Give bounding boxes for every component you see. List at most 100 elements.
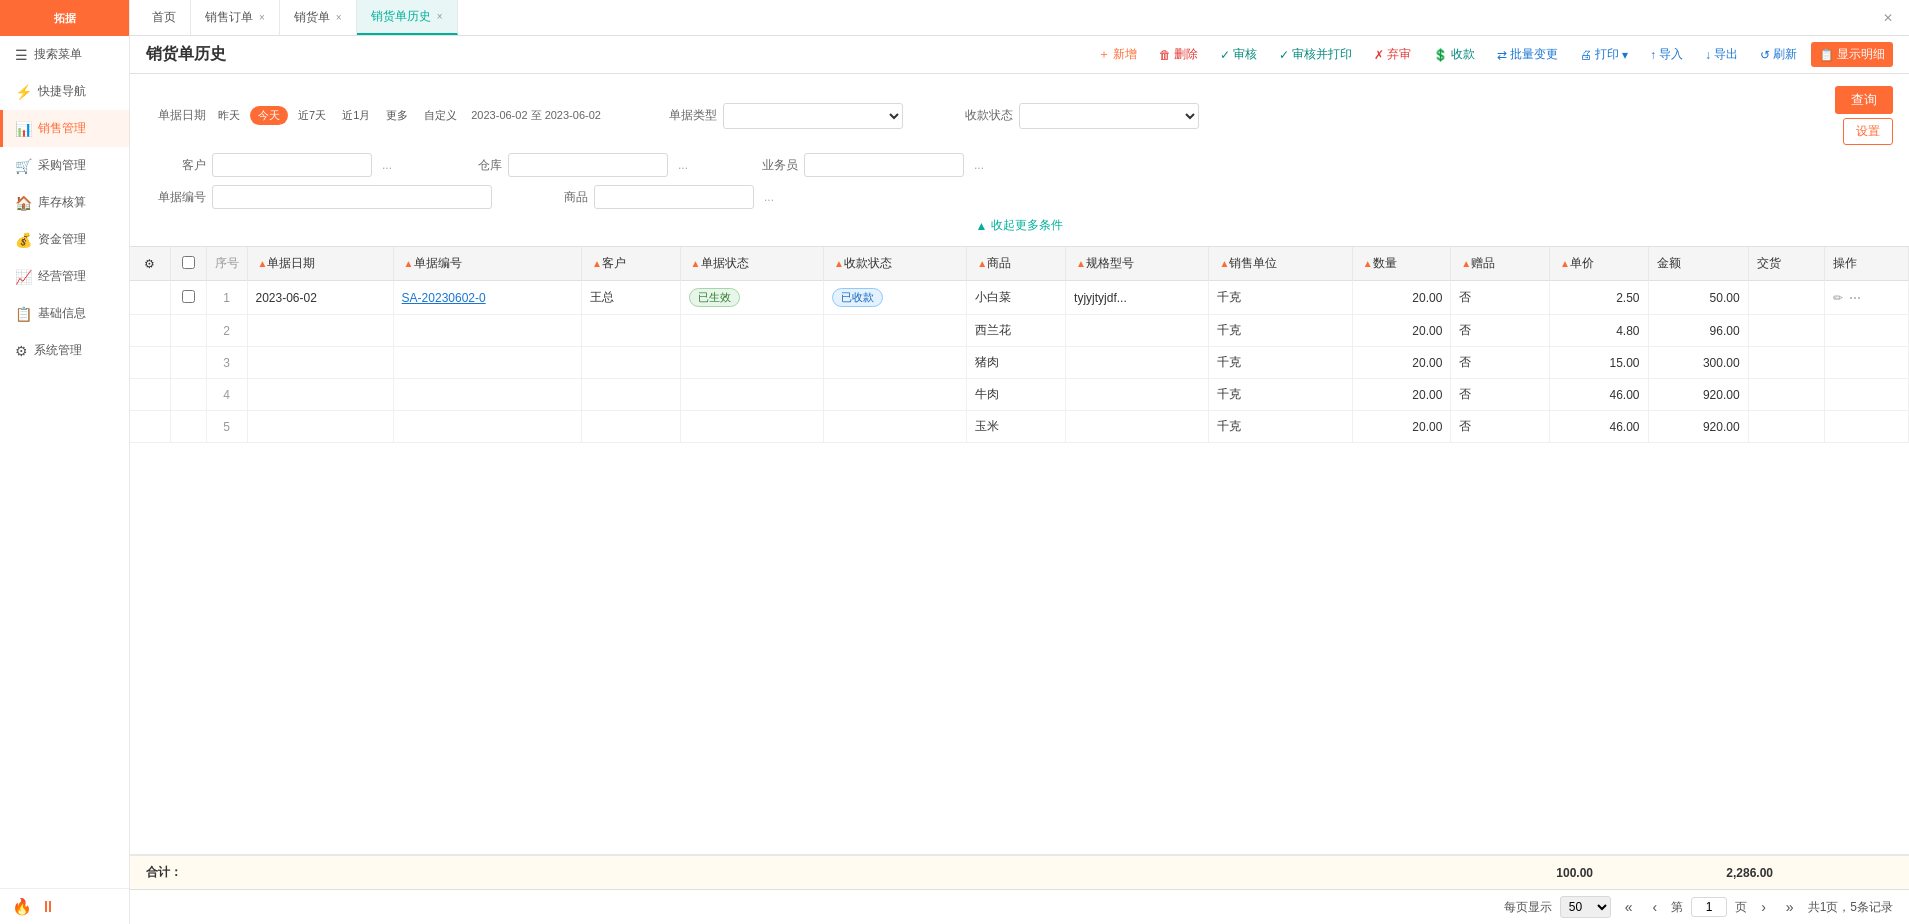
page-number-input[interactable] bbox=[1691, 897, 1727, 917]
page-size-select[interactable]: 20 50 100 bbox=[1560, 896, 1611, 918]
batch-change-button[interactable]: ⇄ 批量变更 bbox=[1489, 42, 1566, 67]
col-customer[interactable]: ▲客户 bbox=[582, 247, 681, 281]
pause-icon[interactable]: ⏸ bbox=[40, 898, 56, 916]
more-action-icon[interactable]: ⋯ bbox=[1849, 291, 1861, 305]
col-spec[interactable]: ▲规格型号 bbox=[1066, 247, 1209, 281]
collapse-button[interactable]: ▲ 收起更多条件 bbox=[146, 217, 1893, 234]
date-more[interactable]: 更多 bbox=[380, 106, 414, 125]
row-payment-status: 已收款 bbox=[823, 281, 966, 315]
audit-print-button[interactable]: ✓ 审核并打印 bbox=[1271, 42, 1360, 67]
sidebar-item-basic-info[interactable]: 📋 基础信息 bbox=[0, 295, 129, 332]
add-button[interactable]: ＋ 新增 bbox=[1090, 42, 1145, 67]
fire-icon[interactable]: 🔥 bbox=[12, 897, 32, 916]
operations-mgmt-icon: 📈 bbox=[15, 269, 32, 285]
customer-dots[interactable]: ... bbox=[378, 158, 396, 172]
tab-sales-order-close[interactable]: × bbox=[259, 12, 265, 23]
export-button[interactable]: ↓ 导出 bbox=[1697, 42, 1746, 67]
docno-input[interactable] bbox=[212, 185, 492, 209]
next-page-button[interactable]: › bbox=[1755, 897, 1772, 917]
row-goods: 小白菜 bbox=[967, 281, 1066, 315]
doc-status-badge: 已生效 bbox=[689, 288, 740, 307]
row-no: 5 bbox=[206, 411, 247, 443]
last-page-button[interactable]: » bbox=[1780, 897, 1800, 917]
sidebar-item-inventory-calc[interactable]: 🏠 库存核算 bbox=[0, 184, 129, 221]
row-checkbox[interactable] bbox=[182, 290, 195, 303]
col-amount: 金额 bbox=[1648, 247, 1748, 281]
table-area: ⚙ 序号 ▲单据日期 ▲单据编号 ▲客户 bbox=[130, 247, 1909, 854]
audit-button[interactable]: ✓ 审核 bbox=[1212, 42, 1265, 67]
sidebar-item-quick-nav[interactable]: ⚡ 快捷导航 bbox=[0, 73, 129, 110]
tab-home[interactable]: 首页 bbox=[138, 0, 191, 35]
price-sort-icon: ▲ bbox=[1560, 258, 1570, 269]
tab-sales-history-close[interactable]: × bbox=[437, 11, 443, 22]
date-filter: 昨天 今天 近7天 近1月 更多 自定义 2023-06-02 至 2023-0… bbox=[212, 106, 601, 125]
tab-sales-goods-close[interactable]: × bbox=[336, 12, 342, 23]
first-page-button[interactable]: « bbox=[1619, 897, 1639, 917]
date-1month[interactable]: 近1月 bbox=[336, 106, 376, 125]
sidebar-item-label: 搜索菜单 bbox=[34, 46, 82, 63]
prev-page-button[interactable]: ‹ bbox=[1647, 897, 1664, 917]
settings-button[interactable]: 设置 bbox=[1843, 118, 1893, 145]
salesperson-filter-item: 业务员 ... bbox=[738, 153, 998, 177]
sidebar-item-operations-mgmt[interactable]: 📈 经营管理 bbox=[0, 258, 129, 295]
col-gift[interactable]: ▲赠品 bbox=[1451, 247, 1550, 281]
gift-sort-icon: ▲ bbox=[1461, 258, 1471, 269]
sidebar-item-purchase-mgmt[interactable]: 🛒 采购管理 bbox=[0, 147, 129, 184]
tab-sales-goods[interactable]: 销货单 × bbox=[280, 0, 357, 35]
abandon-button[interactable]: ✗ 弃审 bbox=[1366, 42, 1419, 67]
delete-button[interactable]: 🗑 删除 bbox=[1151, 42, 1206, 67]
payment-status-select[interactable] bbox=[1019, 103, 1199, 129]
warehouse-input[interactable] bbox=[508, 153, 668, 177]
sidebar-bottom: 🔥 ⏸ bbox=[0, 888, 129, 924]
customer-sort-icon: ▲ bbox=[592, 258, 602, 269]
sidebar-item-sales-mgmt[interactable]: 📊 销售管理 bbox=[0, 110, 129, 147]
date-custom[interactable]: 自定义 bbox=[418, 106, 463, 125]
settings-icon[interactable]: ⚙ bbox=[144, 257, 155, 271]
show-detail-button[interactable]: 📋 显示明细 bbox=[1811, 42, 1893, 67]
col-settings[interactable]: ⚙ bbox=[130, 247, 170, 281]
col-unit[interactable]: ▲销售单位 bbox=[1209, 247, 1352, 281]
tab-bar-close[interactable]: ✕ bbox=[1875, 11, 1901, 25]
salesperson-input[interactable] bbox=[804, 153, 964, 177]
collect-button[interactable]: 💲 收款 bbox=[1425, 42, 1483, 67]
salesperson-dots[interactable]: ... bbox=[970, 158, 988, 172]
sidebar-item-label: 资金管理 bbox=[38, 231, 86, 248]
col-date[interactable]: ▲单据日期 bbox=[247, 247, 393, 281]
edit-action-icon[interactable]: ✏ bbox=[1833, 291, 1843, 305]
print-icon: 🖨 bbox=[1580, 48, 1592, 62]
col-doc-status[interactable]: ▲单据状态 bbox=[680, 247, 823, 281]
date-7days[interactable]: 近7天 bbox=[292, 106, 332, 125]
col-qty[interactable]: ▲数量 bbox=[1352, 247, 1451, 281]
page-size-label: 每页显示 bbox=[1504, 899, 1552, 916]
page-separator: 第 bbox=[1671, 899, 1683, 916]
row-goods: 玉米 bbox=[967, 411, 1066, 443]
date-filter-item: 单据日期 昨天 今天 近7天 近1月 更多 自定义 2023-06-02 至 2… bbox=[146, 106, 601, 125]
print-button[interactable]: 🖨 打印 ▾ bbox=[1572, 42, 1636, 67]
filter-area: 单据日期 昨天 今天 近7天 近1月 更多 自定义 2023-06-02 至 2… bbox=[130, 74, 1909, 247]
import-button[interactable]: ↑ 导入 bbox=[1642, 42, 1691, 67]
tab-sales-history[interactable]: 销货单历史 × bbox=[357, 0, 458, 35]
doc-type-select[interactable] bbox=[723, 103, 903, 129]
customer-input[interactable] bbox=[212, 153, 372, 177]
date-yesterday[interactable]: 昨天 bbox=[212, 106, 246, 125]
sidebar-item-finance-mgmt[interactable]: 💰 资金管理 bbox=[0, 221, 129, 258]
row-settings-cell bbox=[130, 347, 170, 379]
sidebar-item-search-menu[interactable]: ☰ 搜索菜单 bbox=[0, 36, 129, 73]
col-payment-status[interactable]: ▲收款状态 bbox=[823, 247, 966, 281]
docno-sort-icon: ▲ bbox=[404, 258, 414, 269]
sidebar-item-system-mgmt[interactable]: ⚙ 系统管理 bbox=[0, 332, 129, 369]
warehouse-dots[interactable]: ... bbox=[674, 158, 692, 172]
col-price[interactable]: ▲单价 bbox=[1549, 247, 1648, 281]
goods-input[interactable] bbox=[594, 185, 754, 209]
query-button[interactable]: 查询 bbox=[1835, 86, 1893, 114]
date-today[interactable]: 今天 bbox=[250, 106, 288, 125]
total-qty: 100.00 bbox=[1513, 866, 1593, 880]
row-spec bbox=[1066, 315, 1209, 347]
col-docno[interactable]: ▲单据编号 bbox=[393, 247, 581, 281]
col-goods[interactable]: ▲商品 bbox=[967, 247, 1066, 281]
refresh-button[interactable]: ↺ 刷新 bbox=[1752, 42, 1805, 67]
tab-sales-order[interactable]: 销售订单 × bbox=[191, 0, 280, 35]
goods-dots[interactable]: ... bbox=[760, 190, 778, 204]
select-all-checkbox[interactable] bbox=[182, 256, 195, 269]
docno-link[interactable]: SA-20230602-0 bbox=[402, 291, 486, 305]
